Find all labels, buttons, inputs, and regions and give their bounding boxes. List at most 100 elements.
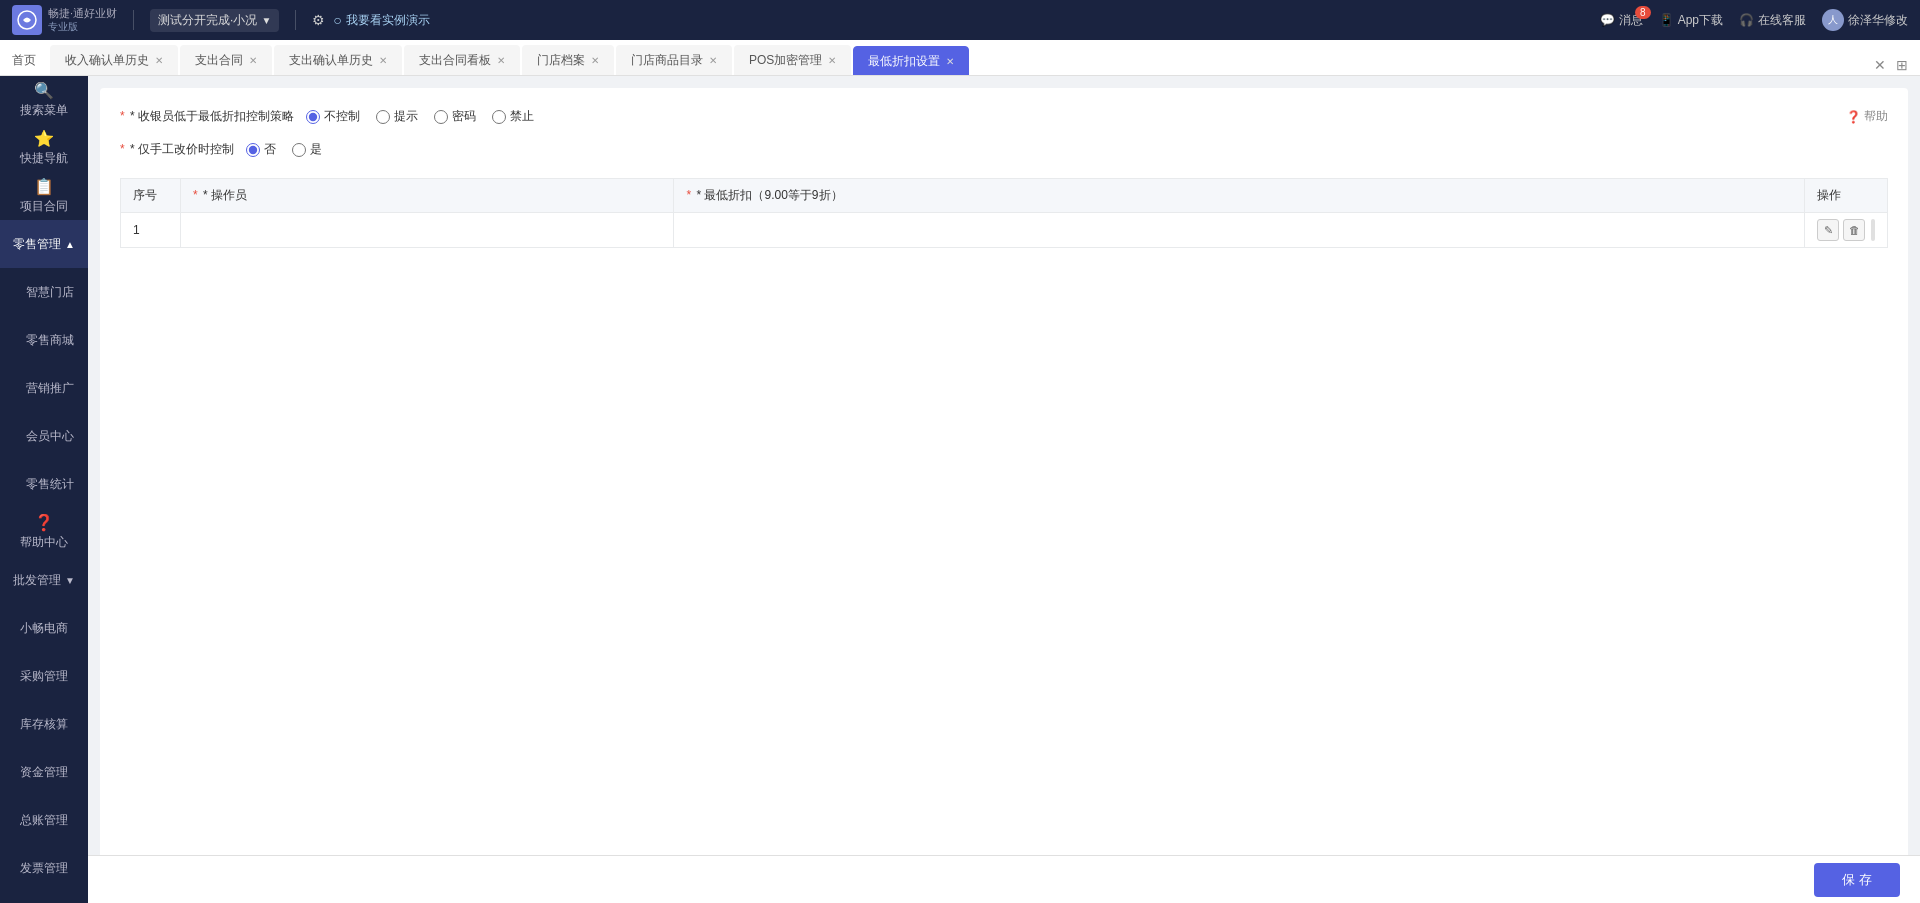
radio-remind[interactable]: 提示 <box>376 108 418 125</box>
sidebar-item-project-contract[interactable]: 📋 项目合同 <box>0 172 88 220</box>
chevron-up-icon: ▲ <box>65 239 75 250</box>
help-label: 帮助 <box>1864 108 1888 125</box>
tab-close-storefile[interactable]: ✕ <box>591 55 599 66</box>
tab-close-mindiscount[interactable]: ✕ <box>946 56 954 67</box>
control-strategy-options: 不控制 提示 密码 禁 <box>306 108 534 125</box>
sidebar-item-purchase[interactable]: 采购管理 <box>0 652 88 700</box>
sidebar-item-smart-store[interactable]: 智慧门店 <box>0 268 88 316</box>
sidebar-item-label: 发票管理 <box>20 860 68 877</box>
sidebar-item-label: 快捷导航 <box>20 150 68 167</box>
radio-forbid-label: 禁止 <box>510 108 534 125</box>
sidebar-item-batch-manage[interactable]: 批发管理 ▼ <box>0 556 88 604</box>
tab-store-file[interactable]: 门店档案 ✕ <box>522 45 614 75</box>
user-avatar-icon: 人 <box>1822 9 1844 31</box>
sidebar-item-label: 项目合同 <box>20 198 68 215</box>
radio-yes[interactable]: 是 <box>292 141 322 158</box>
col-header-operator: * * 操作员 <box>181 179 674 213</box>
radio-remind-input[interactable] <box>376 110 390 124</box>
sidebar-item-member-center[interactable]: 会员中心 <box>0 412 88 460</box>
message-button[interactable]: 💬 消息 8 <box>1600 12 1643 29</box>
control-strategy-row: * * 收银员低于最低折扣控制策略 不控制 提示 <box>120 108 1888 125</box>
radio-no-control-input[interactable] <box>306 110 320 124</box>
settings-icon[interactable]: ⚙ <box>312 12 325 28</box>
sidebar-item-tax[interactable]: 税务管理 <box>0 892 88 903</box>
manual-control-label-text: * 仅手工改价时控制 <box>130 142 234 156</box>
radio-no-control[interactable]: 不控制 <box>306 108 360 125</box>
search-menu-icon: 🔍 <box>34 81 54 100</box>
tab-pay-board[interactable]: 支出合同看板 ✕ <box>404 45 520 75</box>
radio-no-label: 否 <box>264 141 276 158</box>
sidebar-item-accounting[interactable]: 总账管理 <box>0 796 88 844</box>
tab-expand-button[interactable]: ⊞ <box>1892 55 1912 75</box>
user-menu[interactable]: 人 徐泽华修改 <box>1822 9 1908 31</box>
col-header-seq: 序号 <box>121 179 181 213</box>
sidebar-item-retail-stats[interactable]: 零售统计 <box>0 460 88 508</box>
sidebar-item-label: 批发管理 <box>13 572 61 589</box>
tab-income-confirm[interactable]: 收入确认单历史 ✕ <box>50 45 178 75</box>
app-download-button[interactable]: 📱 App下载 <box>1659 12 1723 29</box>
tab-label: 收入确认单历史 <box>65 52 149 69</box>
tab-pay-contract[interactable]: 支出合同 ✕ <box>180 45 272 75</box>
table-header-row: 序号 * * 操作员 * * 最低折扣（9.00等于9折） <box>121 179 1888 213</box>
save-button[interactable]: 保 存 <box>1814 863 1900 897</box>
sidebar-item-label: 零售管理 <box>13 236 61 253</box>
quick-nav-icon: ⭐ <box>34 129 54 148</box>
delete-row-button[interactable]: 🗑 <box>1843 219 1865 241</box>
sidebar-item-invoice[interactable]: 发票管理 <box>0 844 88 892</box>
tab-close-payboard[interactable]: ✕ <box>497 55 505 66</box>
app-selector[interactable]: 测试分开完成·小况 ▼ <box>150 9 279 32</box>
tab-pay-confirm[interactable]: 支出确认单历史 ✕ <box>274 45 402 75</box>
tab-close-pay[interactable]: ✕ <box>249 55 257 66</box>
sidebar-item-label: 会员中心 <box>26 428 74 445</box>
tab-label: 门店档案 <box>537 52 585 69</box>
sidebar-item-search-menu[interactable]: 🔍 搜索菜单 <box>0 76 88 124</box>
tab-home[interactable]: 首页 <box>0 45 48 75</box>
radio-password-input[interactable] <box>434 110 448 124</box>
online-service-label: 在线客服 <box>1758 12 1806 29</box>
tab-close-pos[interactable]: ✕ <box>828 55 836 66</box>
tab-pos-password[interactable]: POS加密管理 ✕ <box>734 45 851 75</box>
cell-action: ✎ 🗑 <box>1805 213 1888 248</box>
bottom-bar: 保 存 <box>88 855 1920 903</box>
tab-min-discount[interactable]: 最低折扣设置 ✕ <box>853 46 969 76</box>
sidebar-item-retail-mall[interactable]: 零售商城 <box>0 316 88 364</box>
tab-label: POS加密管理 <box>749 52 822 69</box>
required-star: * <box>120 109 125 123</box>
tab-close-payconfirm[interactable]: ✕ <box>379 55 387 66</box>
radio-forbid[interactable]: 禁止 <box>492 108 534 125</box>
main-layout: 🔍 搜索菜单 ⭐ 快捷导航 📋 项目合同 零售管理 ▲ 智慧门店 零售商城 营销… <box>0 76 1920 903</box>
radio-password[interactable]: 密码 <box>434 108 476 125</box>
sidebar-item-ecommerce[interactable]: 小畅电商 <box>0 604 88 652</box>
tab-label: 支出合同看板 <box>419 52 491 69</box>
cell-discount[interactable] <box>674 213 1805 248</box>
tab-close-income[interactable]: ✕ <box>155 55 163 66</box>
sidebar-item-fund[interactable]: 资金管理 <box>0 748 88 796</box>
sidebar-item-marketing[interactable]: 营销推广 <box>0 364 88 412</box>
edit-row-button[interactable]: ✎ <box>1817 219 1839 241</box>
tab-label: 支出确认单历史 <box>289 52 373 69</box>
radio-forbid-input[interactable] <box>492 110 506 124</box>
demo-link-text: 我要看实例演示 <box>346 12 430 29</box>
sidebar-item-quick-nav[interactable]: ⭐ 快捷导航 <box>0 124 88 172</box>
manual-control-options: 否 是 <box>246 141 322 158</box>
sidebar-item-help-center[interactable]: ❓ 帮助中心 <box>0 508 88 556</box>
chevron-down-icon: ▼ <box>261 15 271 26</box>
online-service-button[interactable]: 🎧 在线客服 <box>1739 12 1806 29</box>
tab-close-storegoods[interactable]: ✕ <box>709 55 717 66</box>
sidebar-item-inventory[interactable]: 库存核算 <box>0 700 88 748</box>
cell-operator[interactable] <box>181 213 674 248</box>
sidebar-item-label: 零售统计 <box>26 476 74 493</box>
app-download-label: App下载 <box>1678 12 1723 29</box>
radio-yes-input[interactable] <box>292 143 306 157</box>
tab-close-all-button[interactable]: ✕ <box>1870 55 1890 75</box>
sidebar-item-retail-manage[interactable]: 零售管理 ▲ <box>0 220 88 268</box>
help-link[interactable]: ❓ 帮助 <box>1846 108 1888 125</box>
col-header-action: 操作 <box>1805 179 1888 213</box>
demo-link[interactable]: ○ 我要看实例演示 <box>333 12 429 29</box>
col-action-label: 操作 <box>1817 188 1841 202</box>
radio-no-input[interactable] <box>246 143 260 157</box>
sidebar-item-label: 帮助中心 <box>20 534 68 551</box>
radio-no[interactable]: 否 <box>246 141 276 158</box>
tab-store-goods[interactable]: 门店商品目录 ✕ <box>616 45 732 75</box>
content-area: ❓ 帮助 * * 收银员低于最低折扣控制策略 不控制 <box>88 76 1920 855</box>
